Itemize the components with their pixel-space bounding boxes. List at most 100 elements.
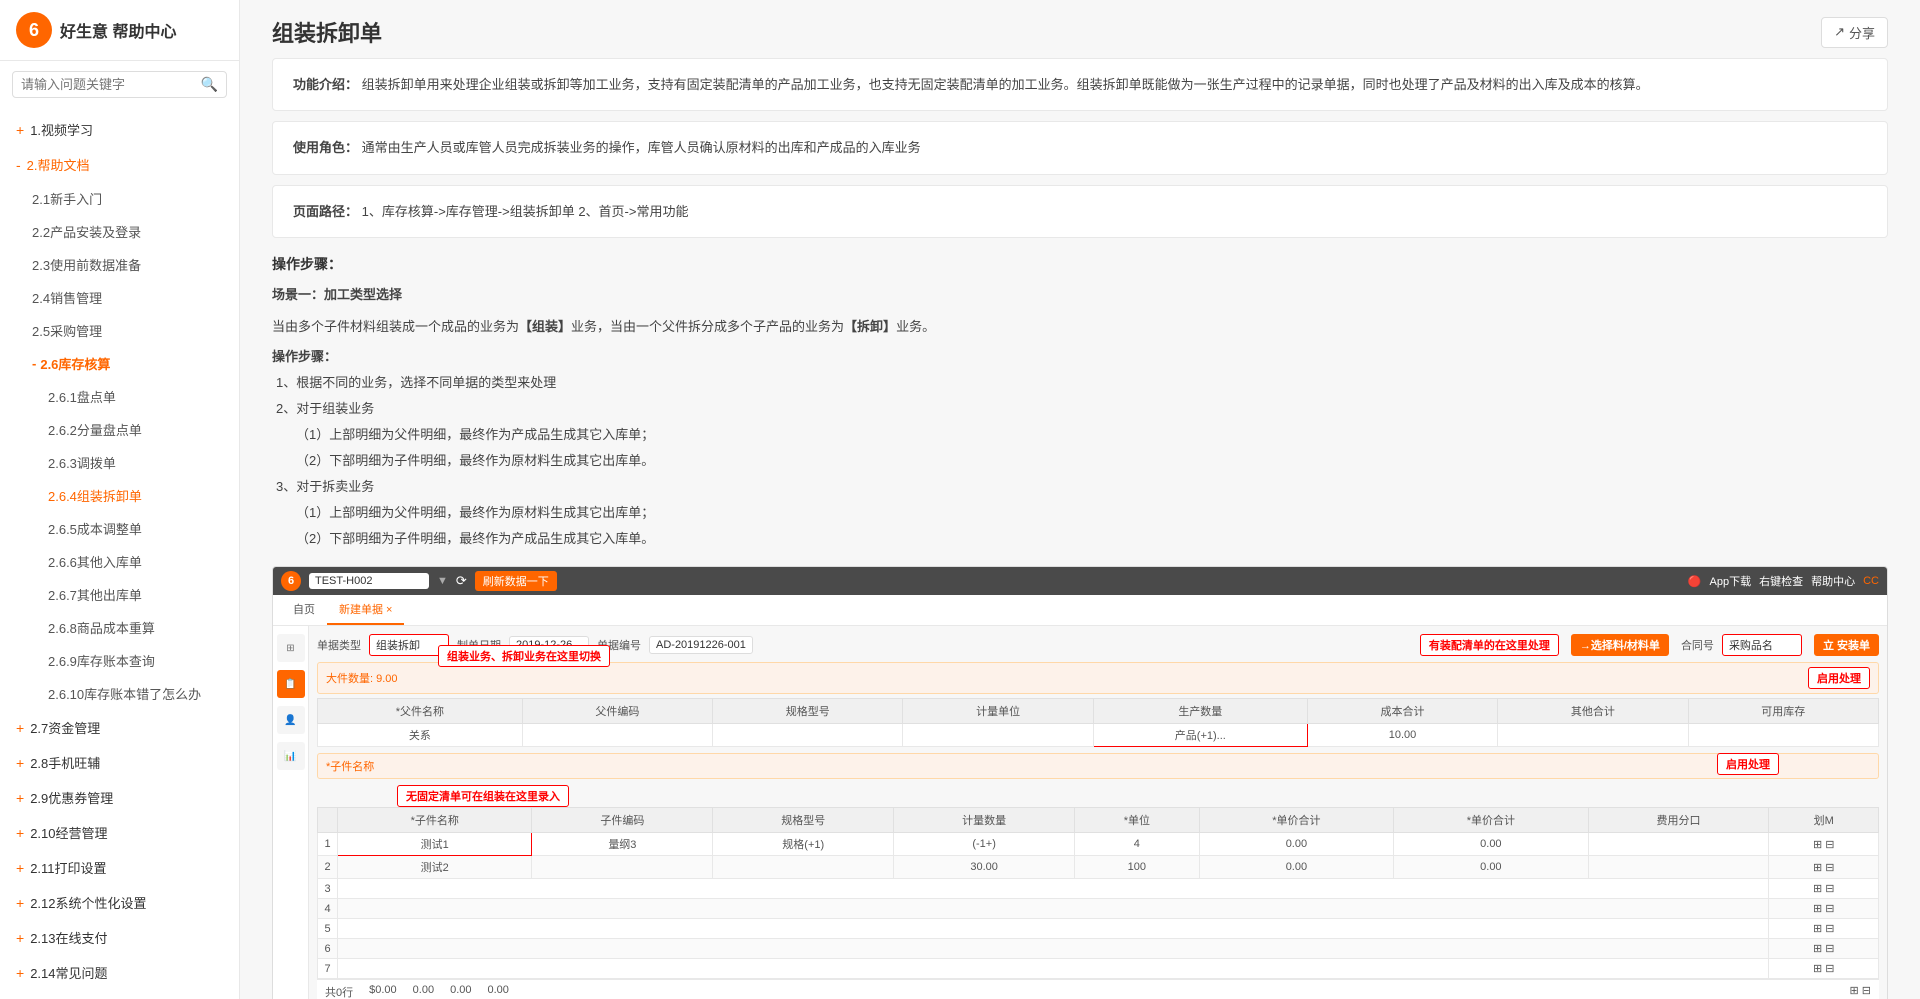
left-nav-home[interactable]: ⊞ xyxy=(277,634,305,662)
tab-new-bill[interactable]: 新建单据 × xyxy=(327,595,404,625)
sidebar-item-2-6-9[interactable]: 2.6.9库存账本查询 xyxy=(0,644,239,677)
sidebar-item-2-6-2[interactable]: 2.6.2分量盘点单 xyxy=(0,413,239,446)
sidebar: 6 好生意 帮助中心 🔍 + 1.视频学习 - 2.帮助文档 2.1新手入门 2… xyxy=(0,0,240,999)
annotation-1: 有装配清单的在这里处理 xyxy=(1420,634,1559,656)
main-content: 组装拆卸单 ↗ 分享 功能介绍： 组装拆卸单用来处理企业组装或拆卸等加工业务，支… xyxy=(240,0,1920,999)
app-topbar-logo: 6 xyxy=(281,571,301,591)
sidebar-item-2-6-4[interactable]: 2.6.4组装拆卸单 xyxy=(0,479,239,512)
upper-table-row-1: 关系 产品(+1)... 10.00 xyxy=(318,724,1879,747)
upper-section-header: 大件数量: 9.00 组装业务、拆卸业务在这里切换 启用处理 xyxy=(317,662,1879,694)
form-row-2-wrapper: 大件数量: 9.00 组装业务、拆卸业务在这里切换 启用处理 xyxy=(317,662,1879,747)
lower-table-row-6: 6 ⊞ ⊟ xyxy=(318,939,1879,959)
app-topbar-billno: TEST-H002 xyxy=(309,573,429,589)
lower-section-header: *子件名称 xyxy=(317,753,1879,779)
screenshot-container: 6 TEST-H002 ▼ ⟳ 刷新数据一下 🔴 App下载 右键检查 帮助中心… xyxy=(272,566,1888,999)
search-icon[interactable]: 🔍 xyxy=(201,76,218,93)
intro-block-1: 功能介绍： 组装拆卸单用来处理企业组装或拆卸等加工业务，支持有固定装配清单的产品… xyxy=(272,58,1888,111)
app-name: 好生意 帮助中心 xyxy=(60,18,176,42)
sidebar-item-video[interactable]: + 1.视频学习 xyxy=(0,112,239,147)
sidebar-item-2-6-5[interactable]: 2.6.5成本调整单 xyxy=(0,512,239,545)
share-button[interactable]: ↗ 分享 xyxy=(1821,17,1888,48)
app-left-nav: ⊞ 📋 👤 📊 xyxy=(273,626,309,999)
lower-table-row-1: 1 测试1 量纲3 规格(+1) (-1+) 4 0.00 0.00 xyxy=(318,833,1879,856)
sidebar-item-2-6[interactable]: - 2.6库存核算 xyxy=(0,347,239,380)
app-body: ⊞ 📋 👤 📊 单据类型 组装拆卸 制单日期 2019-12-26 xyxy=(273,626,1887,999)
sidebar-item-2-3[interactable]: 2.3使用前数据准备 xyxy=(0,248,239,281)
sidebar-item-2-6-1[interactable]: 2.6.1盘点单 xyxy=(0,380,239,413)
th-qty: 生产数量 xyxy=(1093,699,1307,724)
th-child-name: *子件名称 xyxy=(338,808,532,833)
search-input[interactable] xyxy=(21,77,201,92)
sidebar-item-2-11[interactable]: + 2.11打印设置 xyxy=(0,850,239,885)
steps-block: 操作步骤： 1、根据不同的业务，选择不同单据的类型来处理 2、对于组装业务 （1… xyxy=(272,344,1888,552)
sidebar-item-help[interactable]: - 2.帮助文档 xyxy=(0,147,239,182)
sidebar-item-2-6-3[interactable]: 2.6.3调拨单 xyxy=(0,446,239,479)
app-footer: 共0行 $0.00 0.00 0.00 0.00 ⊞ ⊟ xyxy=(317,979,1879,999)
topbar-refresh-icon: ⟳ xyxy=(456,573,467,589)
sidebar-item-2-7[interactable]: + 2.7资金管理 xyxy=(0,710,239,745)
left-nav-bill[interactable]: 📋 xyxy=(277,670,305,698)
th-available: 可用库存 xyxy=(1688,699,1878,724)
lower-table-row-7: 7 ⊞ ⊟ xyxy=(318,959,1879,979)
search-box[interactable]: 🔍 xyxy=(12,71,227,98)
sidebar-item-2-6-6[interactable]: 2.6.6其他入库单 xyxy=(0,545,239,578)
lower-table-row-4: 4 ⊞ ⊟ xyxy=(318,899,1879,919)
th-child-code: 子件编码 xyxy=(532,808,713,833)
th-child-price1: *单价合计 xyxy=(1199,808,1393,833)
app-form-area: 单据类型 组装拆卸 制单日期 2019-12-26 单据编号 AD-201912… xyxy=(309,626,1887,999)
annotation-4: 启用处理 xyxy=(1808,667,1870,689)
topbar-chevron: ▼ xyxy=(437,575,448,587)
lower-table-row-3: 3 ⊞ ⊟ xyxy=(318,879,1879,899)
tab-home[interactable]: 自页 xyxy=(281,595,327,625)
bill-input[interactable]: AD-20191226-001 xyxy=(649,636,753,654)
th-check xyxy=(318,808,338,833)
sidebar-item-2-10[interactable]: + 2.10经营管理 xyxy=(0,815,239,850)
contract-input[interactable]: 采购品名 xyxy=(1722,634,1802,656)
sidebar-item-2-1[interactable]: 2.1新手入门 xyxy=(0,182,239,215)
scenario-title: 场景一：加工类型选择 xyxy=(272,282,1888,308)
sidebar-item-2-6-7[interactable]: 2.6.7其他出库单 xyxy=(0,578,239,611)
sidebar-item-2-5[interactable]: 2.5采购管理 xyxy=(0,314,239,347)
sidebar-item-2-2[interactable]: 2.2产品安装及登录 xyxy=(0,215,239,248)
sidebar-item-2-13[interactable]: + 2.13在线支付 xyxy=(0,920,239,955)
topbar-right: 🔴 App下载 右键检查 帮助中心 CC xyxy=(1688,573,1879,589)
left-nav-chart[interactable]: 📊 xyxy=(277,742,305,770)
lower-section-wrapper: *子件名称 无固定清单可在组装在这里录入 启用处理 xyxy=(317,753,1879,979)
th-spec: 规格型号 xyxy=(713,699,903,724)
annotation-btn-2[interactable]: 立 安装单 xyxy=(1814,634,1879,656)
collapse-icon: - xyxy=(16,157,21,173)
annotation-6: 启用处理 xyxy=(1717,753,1779,775)
intro-block-3: 页面路径： 1、库存核算->库存管理->组装拆卸单 2、首页->常用功能 xyxy=(272,185,1888,238)
sidebar-item-2-4[interactable]: 2.4销售管理 xyxy=(0,281,239,314)
topbar-refresh-btn[interactable]: 刷新数据一下 xyxy=(475,571,557,591)
sidebar-item-2-8[interactable]: + 2.8手机旺辅 xyxy=(0,745,239,780)
content-area: 功能介绍： 组装拆卸单用来处理企业组装或拆卸等加工业务，支持有固定装配清单的产品… xyxy=(240,58,1920,999)
annotation-btn-1[interactable]: →选择料/材料单 xyxy=(1571,634,1669,656)
expand-icon: + xyxy=(16,122,24,138)
lower-table: *子件名称 子件编码 规格型号 计量数量 *单位 *单价合计 *单价合计 费用分… xyxy=(317,807,1879,979)
sidebar-item-2-15[interactable]: + 2.15操作案例 xyxy=(0,990,239,999)
app-logo: 6 xyxy=(16,12,52,48)
annotation-3: 组装业务、拆卸业务在这里切换 xyxy=(438,645,610,667)
app-topbar: 6 TEST-H002 ▼ ⟳ 刷新数据一下 🔴 App下载 右键检查 帮助中心… xyxy=(273,567,1887,595)
th-child-op: 划M xyxy=(1769,808,1879,833)
sidebar-item-2-9[interactable]: + 2.9优惠券管理 xyxy=(0,780,239,815)
operation-title: 操作步骤： xyxy=(272,254,1888,274)
sidebar-header: 6 好生意 帮助中心 xyxy=(0,0,239,61)
type-input[interactable]: 组装拆卸 xyxy=(369,634,449,656)
sidebar-item-2-12[interactable]: + 2.12系统个性化设置 xyxy=(0,885,239,920)
upper-table: *父件名称 父件编码 规格型号 计量单位 生产数量 成本合计 其他合计 可用库存 xyxy=(317,698,1879,747)
sidebar-nav: + 1.视频学习 - 2.帮助文档 2.1新手入门 2.2产品安装及登录 2.3… xyxy=(0,108,239,999)
scenario-desc: 当由多个子件材料组装成一个成品的业务为【组装】业务，当由一个父件拆分成多个子产品… xyxy=(272,314,1888,340)
th-unit: 计量单位 xyxy=(903,699,1093,724)
annotation-5: 无固定清单可在组装在这里录入 xyxy=(397,785,569,807)
left-nav-user[interactable]: 👤 xyxy=(277,706,305,734)
sidebar-item-2-6-10[interactable]: 2.6.10库存账本错了怎么办 xyxy=(0,677,239,710)
app-screenshot: 6 TEST-H002 ▼ ⟳ 刷新数据一下 🔴 App下载 右键检查 帮助中心… xyxy=(273,567,1887,999)
sidebar-item-2-6-8[interactable]: 2.6.8商品成本重算 xyxy=(0,611,239,644)
sidebar-item-2-14[interactable]: + 2.14常见问题 xyxy=(0,955,239,990)
lower-table-row-5: 5 ⊞ ⊟ xyxy=(318,919,1879,939)
th-child-unit: *单位 xyxy=(1075,808,1200,833)
page-title: 组装拆卸单 xyxy=(272,16,382,48)
share-icon: ↗ xyxy=(1834,24,1845,40)
